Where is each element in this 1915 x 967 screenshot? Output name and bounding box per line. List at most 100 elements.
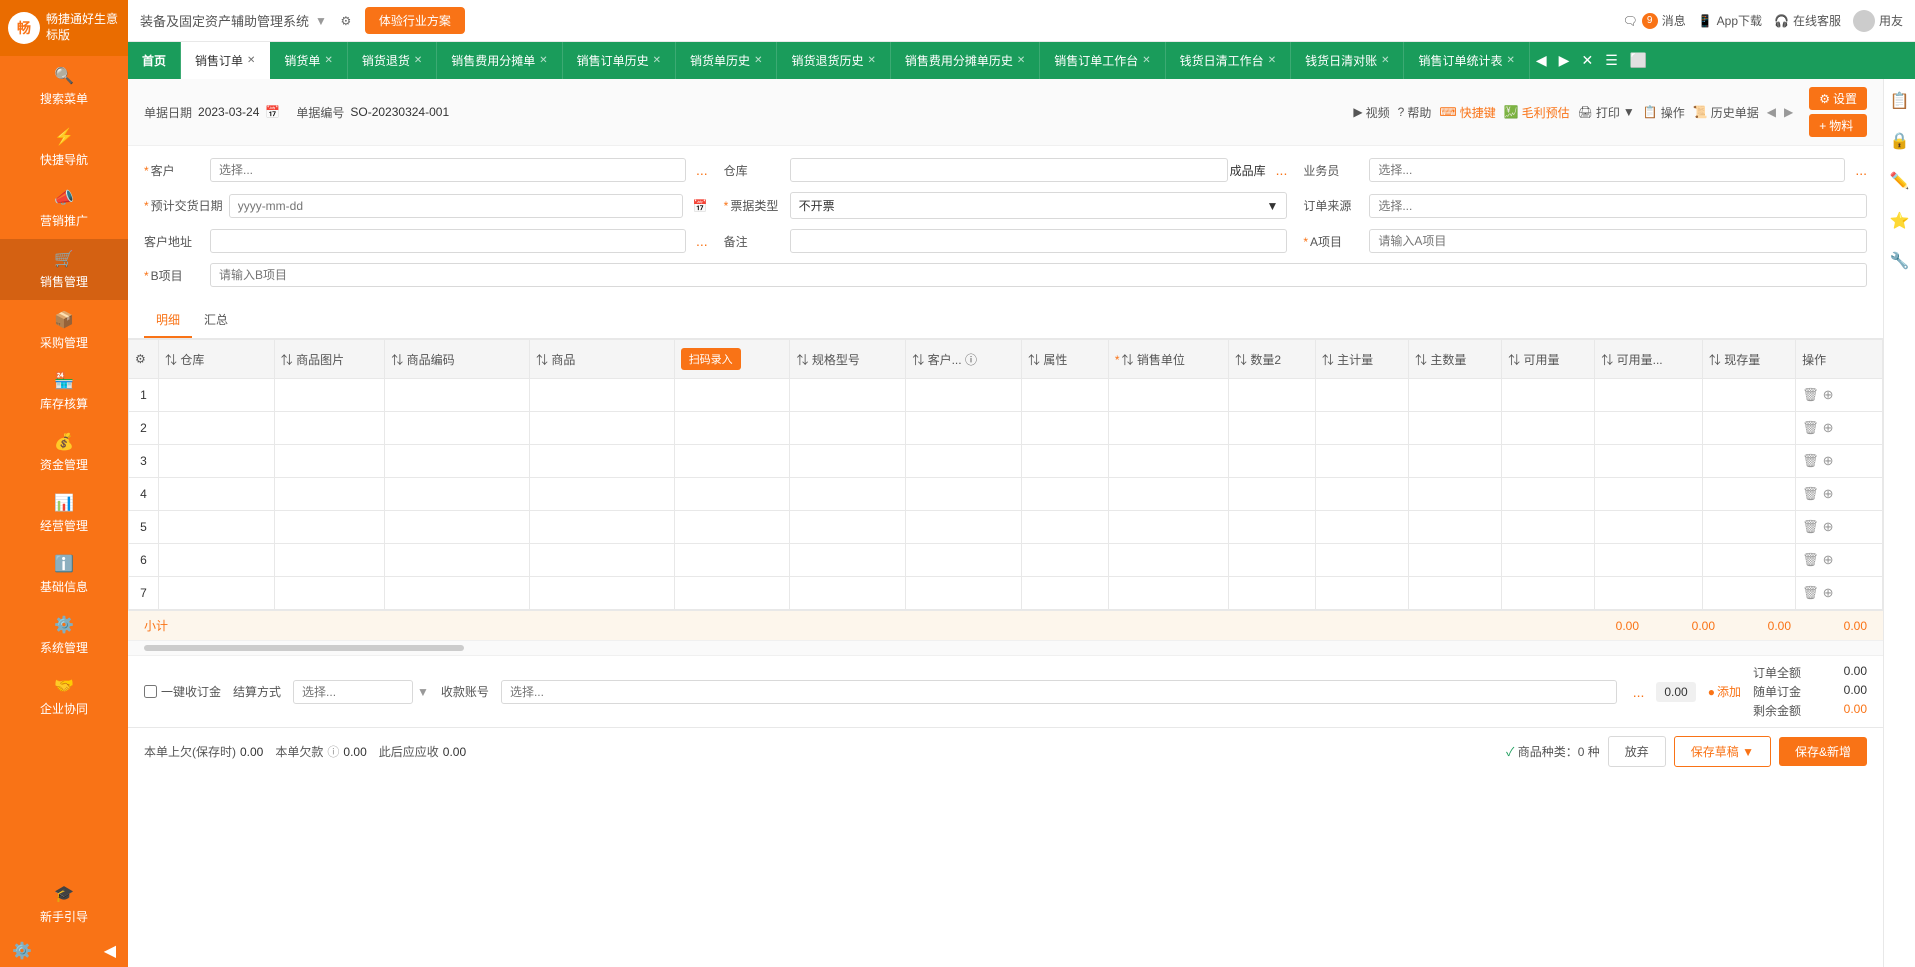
calendar-icon[interactable]: 📅 bbox=[265, 105, 280, 119]
message-button[interactable]: 🗨 9 消息 bbox=[1622, 12, 1685, 29]
sidebar-item-purchase[interactable]: 📦 采购管理 bbox=[0, 300, 128, 361]
row-spec-4[interactable] bbox=[790, 478, 906, 511]
nav-fullscreen-icon[interactable]: ⬜ bbox=[1624, 52, 1653, 69]
row-main-qty-5[interactable] bbox=[1408, 511, 1501, 544]
row-main-qty-3[interactable] bbox=[1408, 445, 1501, 478]
add-material-button[interactable]: + 物料 bbox=[1809, 114, 1867, 137]
customer-more-btn[interactable]: ... bbox=[696, 162, 708, 178]
nav-tab-sales-invoice[interactable]: 销货单 ✕ bbox=[270, 42, 347, 79]
row-customer-6[interactable] bbox=[906, 544, 1022, 577]
sidebar-item-finance[interactable]: 💰 资金管理 bbox=[0, 422, 128, 483]
row-customer-2[interactable] bbox=[906, 412, 1022, 445]
save-draft-dropdown-icon[interactable]: ▼ bbox=[1742, 745, 1754, 759]
a-project-input[interactable] bbox=[1369, 229, 1867, 253]
row-qty2-3[interactable] bbox=[1228, 445, 1315, 478]
customer-input[interactable] bbox=[210, 158, 686, 182]
row-main-unit-7[interactable] bbox=[1315, 577, 1408, 610]
help-button[interactable]: ? 帮助 bbox=[1398, 104, 1432, 121]
row-attr-3[interactable] bbox=[1021, 445, 1108, 478]
nav-tab-close-5[interactable]: ✕ bbox=[754, 55, 762, 66]
th-settings[interactable]: ⚙ bbox=[129, 340, 159, 379]
row-code-5[interactable] bbox=[385, 511, 530, 544]
row-product-2[interactable] bbox=[529, 412, 674, 445]
row-unit-2[interactable] bbox=[1108, 412, 1228, 445]
row-copy-2[interactable]: ⊕ bbox=[1823, 420, 1834, 436]
address-more-btn[interactable]: ... bbox=[696, 233, 708, 249]
sidebar-item-sales[interactable]: 🛒 销售管理 bbox=[0, 239, 128, 300]
sidebar-item-operations[interactable]: 📊 经营管理 bbox=[0, 483, 128, 544]
row-copy-4[interactable]: ⊕ bbox=[1823, 486, 1834, 502]
row-attr-7[interactable] bbox=[1021, 577, 1108, 610]
row-main-unit-2[interactable] bbox=[1315, 412, 1408, 445]
nav-next-arrow[interactable]: ▶ bbox=[1553, 52, 1576, 69]
order-source-input[interactable] bbox=[1369, 194, 1867, 218]
nav-tab-invoice-history[interactable]: 销货单历史 ✕ bbox=[676, 42, 777, 79]
invoice-select[interactable]: 不开票 ▼ bbox=[790, 192, 1288, 219]
row-product-4[interactable] bbox=[529, 478, 674, 511]
nav-tab-close-9[interactable]: ✕ bbox=[1268, 55, 1276, 66]
row-product-3[interactable] bbox=[529, 445, 674, 478]
row-main-qty-2[interactable] bbox=[1408, 412, 1501, 445]
row-delete-6[interactable]: 🗑 bbox=[1802, 552, 1819, 568]
row-delete-5[interactable]: 🗑 bbox=[1802, 519, 1819, 535]
right-tool-star[interactable]: ⭐ bbox=[1886, 207, 1914, 235]
nav-tab-close-4[interactable]: ✕ bbox=[653, 55, 661, 66]
row-copy-1[interactable]: ⊕ bbox=[1823, 387, 1834, 403]
history-button[interactable]: 📜 历史单据 bbox=[1693, 104, 1759, 121]
row-qty2-2[interactable] bbox=[1228, 412, 1315, 445]
sidebar-item-search[interactable]: 🔍 搜索菜单 bbox=[0, 56, 128, 117]
nav-tab-return-history[interactable]: 销货退货历史 ✕ bbox=[777, 42, 890, 79]
row-customer-5[interactable] bbox=[906, 511, 1022, 544]
row-main-unit-1[interactable] bbox=[1315, 379, 1408, 412]
nav-tab-expense-history[interactable]: 销售费用分摊单历史 ✕ bbox=[891, 42, 1040, 79]
row-main-qty-1[interactable] bbox=[1408, 379, 1501, 412]
add-payment-button[interactable]: ● 添加 bbox=[1708, 683, 1741, 700]
row-main-qty-7[interactable] bbox=[1408, 577, 1501, 610]
row-spec-2[interactable] bbox=[790, 412, 906, 445]
row-spec-5[interactable] bbox=[790, 511, 906, 544]
row-spec-1[interactable] bbox=[790, 379, 906, 412]
sidebar-item-system[interactable]: ⚙️ 系统管理 bbox=[0, 605, 128, 666]
row-main-unit-6[interactable] bbox=[1315, 544, 1408, 577]
row-main-unit-5[interactable] bbox=[1315, 511, 1408, 544]
row-code-6[interactable] bbox=[385, 544, 530, 577]
row-unit-6[interactable] bbox=[1108, 544, 1228, 577]
row-unit-4[interactable] bbox=[1108, 478, 1228, 511]
save-draft-button[interactable]: 保存草稿 ▼ bbox=[1674, 736, 1771, 767]
nav-tab-close-2[interactable]: ✕ bbox=[414, 55, 422, 66]
right-tool-edit[interactable]: ✏️ bbox=[1886, 167, 1914, 195]
row-delete-2[interactable]: 🗑 bbox=[1802, 420, 1819, 436]
row-unit-3[interactable] bbox=[1108, 445, 1228, 478]
nav-tab-sales-order[interactable]: 销售订单 ✕ bbox=[181, 42, 270, 79]
row-warehouse-4[interactable] bbox=[159, 478, 275, 511]
row-unit-5[interactable] bbox=[1108, 511, 1228, 544]
account-input[interactable] bbox=[501, 680, 1617, 704]
profit-estimate-button[interactable]: 💹 毛利预估 bbox=[1504, 104, 1570, 121]
row-qty2-5[interactable] bbox=[1228, 511, 1315, 544]
shortcut-button[interactable]: ⌨ 快捷键 bbox=[1439, 104, 1495, 121]
nav-right-icon[interactable]: ▶ bbox=[1784, 105, 1793, 119]
nav-tab-close-3[interactable]: ✕ bbox=[539, 55, 547, 66]
sidebar-collapse-icon[interactable]: ◀ bbox=[104, 941, 116, 961]
row-code-4[interactable] bbox=[385, 478, 530, 511]
row-unit-7[interactable] bbox=[1108, 577, 1228, 610]
settings-button[interactable]: ⚙ 设置 bbox=[1809, 87, 1867, 110]
row-warehouse-2[interactable] bbox=[159, 412, 275, 445]
nav-tab-sales-return[interactable]: 销货退货 ✕ bbox=[348, 42, 437, 79]
right-tool-clipboard[interactable]: 📋 bbox=[1886, 87, 1914, 115]
row-product-7[interactable] bbox=[529, 577, 674, 610]
row-code-2[interactable] bbox=[385, 412, 530, 445]
row-spec-6[interactable] bbox=[790, 544, 906, 577]
row-qty2-4[interactable] bbox=[1228, 478, 1315, 511]
nav-tab-order-workbench[interactable]: 销售订单工作台 ✕ bbox=[1040, 42, 1165, 79]
account-more-btn[interactable]: ... bbox=[1633, 684, 1645, 700]
nav-close-all[interactable]: ✕ bbox=[1575, 52, 1599, 69]
row-warehouse-6[interactable] bbox=[159, 544, 275, 577]
row-code-3[interactable] bbox=[385, 445, 530, 478]
tab-summary[interactable]: 汇总 bbox=[192, 303, 240, 338]
payment-method-dropdown[interactable]: ▼ bbox=[417, 685, 429, 699]
nav-tab-close-6[interactable]: ✕ bbox=[867, 55, 875, 66]
warehouse-input[interactable] bbox=[790, 158, 1228, 182]
nav-tab-daily-workbench[interactable]: 钱货日清工作台 ✕ bbox=[1166, 42, 1291, 79]
row-customer-3[interactable] bbox=[906, 445, 1022, 478]
